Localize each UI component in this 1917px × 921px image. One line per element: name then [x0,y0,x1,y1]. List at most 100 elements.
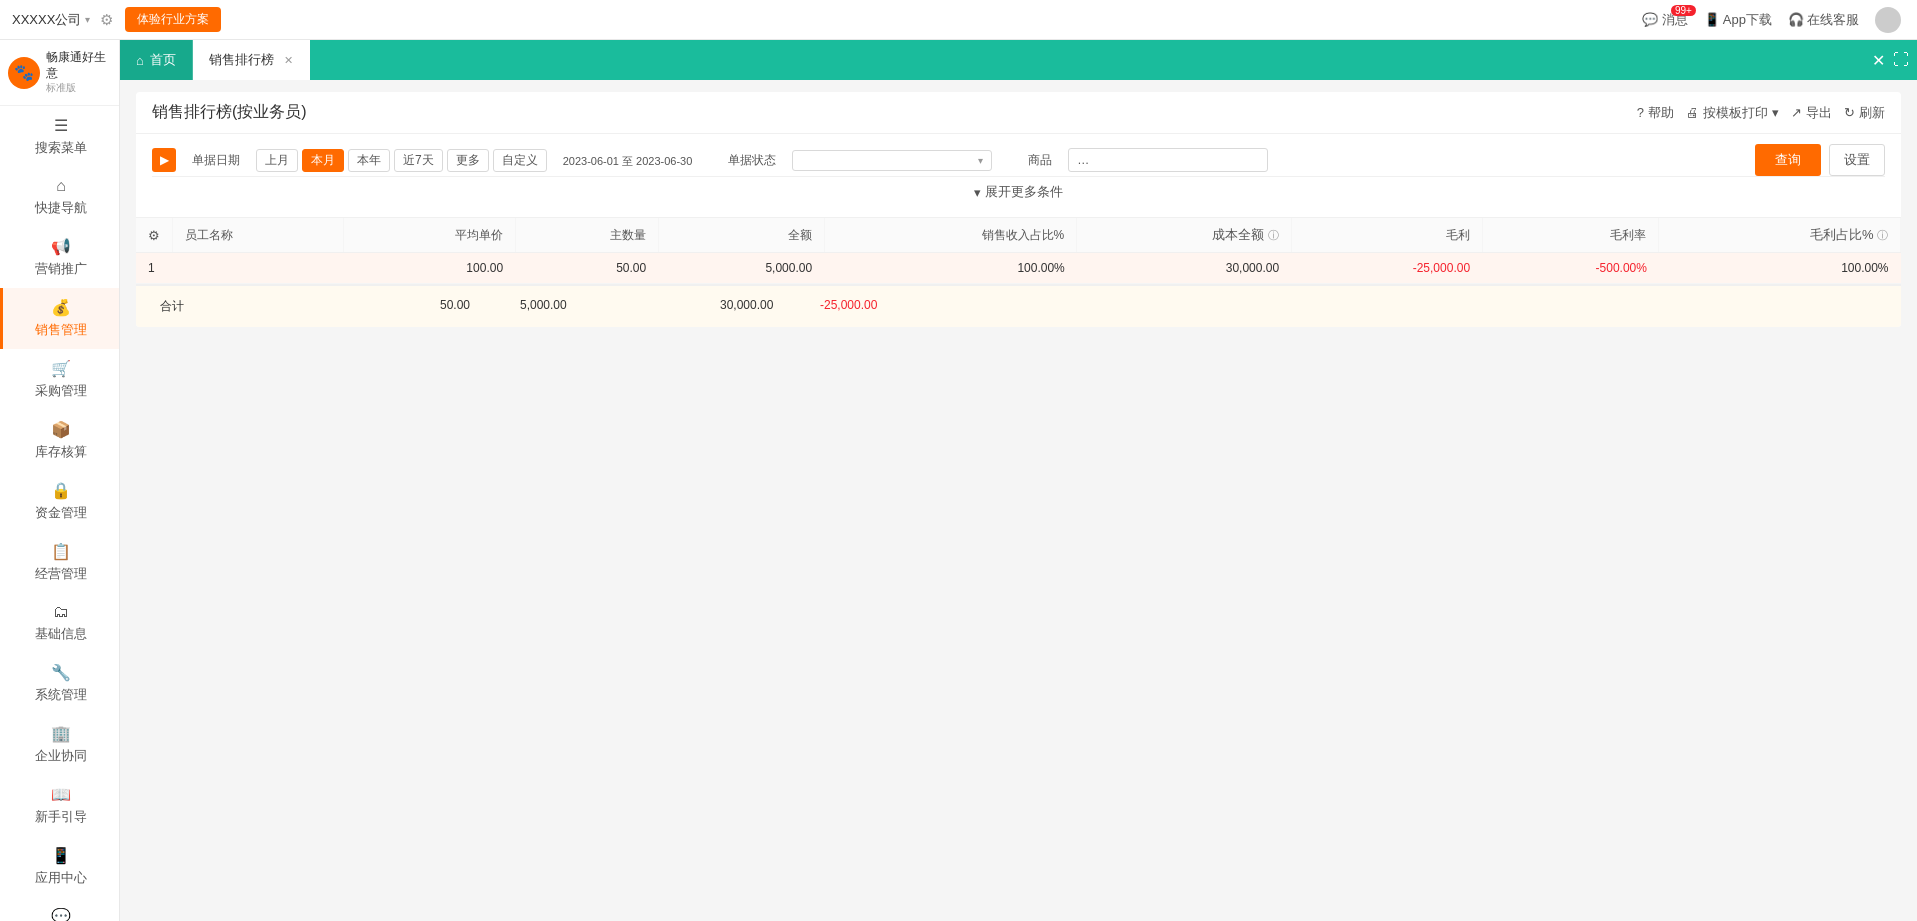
message-icon: 💬 [1642,12,1658,27]
date-label: 单据日期 [192,152,240,169]
sidebar-item-search-order[interactable]: ☰ 搜索菜单 [0,106,119,167]
sidebar-item-wechat[interactable]: 💬 企业微信 [0,897,119,921]
app-download-btn[interactable]: 📱 App下载 [1704,11,1772,29]
app-icon: 📱 [1704,12,1720,27]
sales-icon: 💰 [51,298,71,317]
sidebar-item-marketing[interactable]: 📢 营销推广 [0,227,119,288]
status-label: 单据状态 [728,152,776,169]
settings-button[interactable]: 设置 [1829,144,1885,176]
search-order-icon: ☰ [54,116,68,135]
wechat-icon: 💬 [51,907,71,921]
cell-avg-price: 100.00 [344,253,515,284]
gear-icon[interactable]: ⚙ [148,228,160,243]
sidebar-item-quick-nav[interactable]: ⌂ 快捷导航 [0,167,119,227]
sidebar-logo: 🐾 畅康通好生意 标准版 [0,40,119,106]
app-center-icon: 📱 [51,846,71,865]
tab-close-icon[interactable]: ✕ [284,54,293,67]
sidebar-item-app-center[interactable]: 📱 应用中心 [0,836,119,897]
tab-sales-rank[interactable]: 销售排行榜 ✕ [193,40,310,80]
tab-home[interactable]: ⌂ 首页 [120,40,193,80]
logo-text-area: 畅康通好生意 标准版 [46,50,111,95]
filter-row-1: ▶ 单据日期 上月 本月 本年 近7天 更多 自定义 2023-06-01 [152,144,1885,176]
footer-cost: 30,000.00 [708,294,808,319]
sidebar-item-finance[interactable]: 🔒 资金管理 [0,471,119,532]
cell-name [173,253,344,284]
main-layout: 🐾 畅康通好生意 标准版 ☰ 搜索菜单 ⌂ 快捷导航 📢 营销推广 💰 销售管理… [0,40,1917,921]
enterprise-icon: 🏢 [51,724,71,743]
user-avatar-area[interactable] [1875,7,1905,33]
template-print-btn[interactable]: 🖨 按模板打印 ▾ [1686,104,1779,122]
home-icon: ⌂ [136,53,144,68]
top-bar-right: 💬 消息 99+ 📱 App下载 🎧 在线客服 [1642,7,1905,33]
more-btn[interactable]: 更多 [447,149,489,172]
status-chevron-icon: ▾ [978,155,983,166]
footer-gross: -25,000.00 [808,294,908,319]
help-btn[interactable]: ? 帮助 [1637,104,1674,122]
goods-select-value: … [1077,153,1259,167]
date-range-display: 2023-06-01 至 2023-06-30 [563,152,693,169]
top-bar: XXXXX公司 ▾ ⚙ 体验行业方案 💬 消息 99+ 📱 App下载 🎧 在线… [0,0,1917,40]
gross-pct-help-icon[interactable]: ⓘ [1877,229,1888,241]
cell-qty: 50.00 [515,253,658,284]
last-7-btn[interactable]: 近7天 [394,149,443,172]
sidebar-item-label: 营销推广 [35,260,87,278]
cell-rank: 1 [136,253,173,284]
goods-select[interactable]: … [1068,148,1268,172]
sidebar-item-enterprise[interactable]: 🏢 企业协同 [0,714,119,775]
company-name: XXXXX公司 [12,11,81,29]
query-button[interactable]: 查询 [1755,144,1821,176]
col-gross-rate: 毛利率 [1482,218,1659,253]
refresh-btn[interactable]: ↻ 刷新 [1844,104,1885,122]
this-month-btn[interactable]: 本月 [302,149,344,172]
expand-more-row[interactable]: ▾ 展开更多条件 [152,176,1885,207]
col-gross-pct: 毛利占比% ⓘ [1659,218,1901,253]
col-amount: 全额 [658,218,824,253]
sidebar-item-sales[interactable]: 💰 销售管理 [0,288,119,349]
tab-bar: ⌂ 首页 销售排行榜 ✕ ✕ ⛶ [120,40,1917,80]
logo-text: 畅康通好生意 [46,50,111,81]
last-month-btn[interactable]: 上月 [256,149,298,172]
export-btn[interactable]: ↗ 导出 [1791,104,1832,122]
tab-close-window-btn[interactable]: ✕ [1872,51,1885,70]
trial-button[interactable]: 体验行业方案 [125,7,221,32]
sidebar-item-system[interactable]: 🔧 系统管理 [0,653,119,714]
this-year-btn[interactable]: 本年 [348,149,390,172]
sidebar-item-basic-info[interactable]: 🗂 基础信息 [0,593,119,653]
company-selector[interactable]: XXXXX公司 ▾ [12,11,90,29]
expand-icon: ▾ [974,185,981,200]
page-title: 销售排行榜(按业务员) [152,102,307,123]
avatar [1875,7,1901,33]
sidebar-item-label: 系统管理 [35,686,87,704]
cost-help-icon[interactable]: ⓘ [1268,229,1279,241]
filter-area: ▶ 单据日期 上月 本月 本年 近7天 更多 自定义 2023-06-01 [136,134,1901,218]
content-area: ⌂ 首页 销售排行榜 ✕ ✕ ⛶ 销售排行榜(按业务员) ? [120,40,1917,921]
custom-btn[interactable]: 自定义 [493,149,547,172]
sidebar-item-operation[interactable]: 📋 经营管理 [0,532,119,593]
settings-icon[interactable]: ⚙ [100,11,113,29]
sidebar-item-purchase[interactable]: 🛒 采购管理 [0,349,119,410]
footer-sales-pct [608,294,708,319]
tab-restore-btn[interactable]: ⛶ [1893,51,1909,69]
logo-icon: 🐾 [8,57,40,89]
date-range-text: 2023-06-01 至 2023-06-30 [563,154,693,169]
message-btn[interactable]: 💬 消息 99+ [1642,11,1688,29]
cell-sales-pct: 100.00% [824,253,1077,284]
finance-icon: 🔒 [51,481,71,500]
sidebar-item-label: 新手引导 [35,808,87,826]
sidebar-item-inventory[interactable]: 📦 库存核算 [0,410,119,471]
quick-nav-icon: ⌂ [56,177,66,195]
col-qty: 主数量 [515,218,658,253]
sidebar-item-guide[interactable]: 📖 新手引导 [0,775,119,836]
table-footer: 合计 50.00 5,000.00 30,000.00 -25,000.00 [136,284,1901,327]
status-select[interactable]: ▾ [792,150,992,171]
help-icon: ? [1637,105,1644,120]
filter-toggle-btn[interactable]: ▶ [152,148,176,172]
expand-label: 展开更多条件 [985,183,1063,201]
online-service-btn[interactable]: 🎧 在线客服 [1788,11,1859,29]
query-action-area: 查询 设置 [1755,144,1885,176]
footer-avg-price [328,294,428,319]
col-gross: 毛利 [1291,218,1482,253]
data-table: ⚙ 员工名称 平均单价 主数量 全额 销售收入占比% 成本全额 ⓘ [136,218,1901,284]
col-avg-price: 平均单价 [344,218,515,253]
cell-gross-pct: 100.00% [1659,253,1901,284]
